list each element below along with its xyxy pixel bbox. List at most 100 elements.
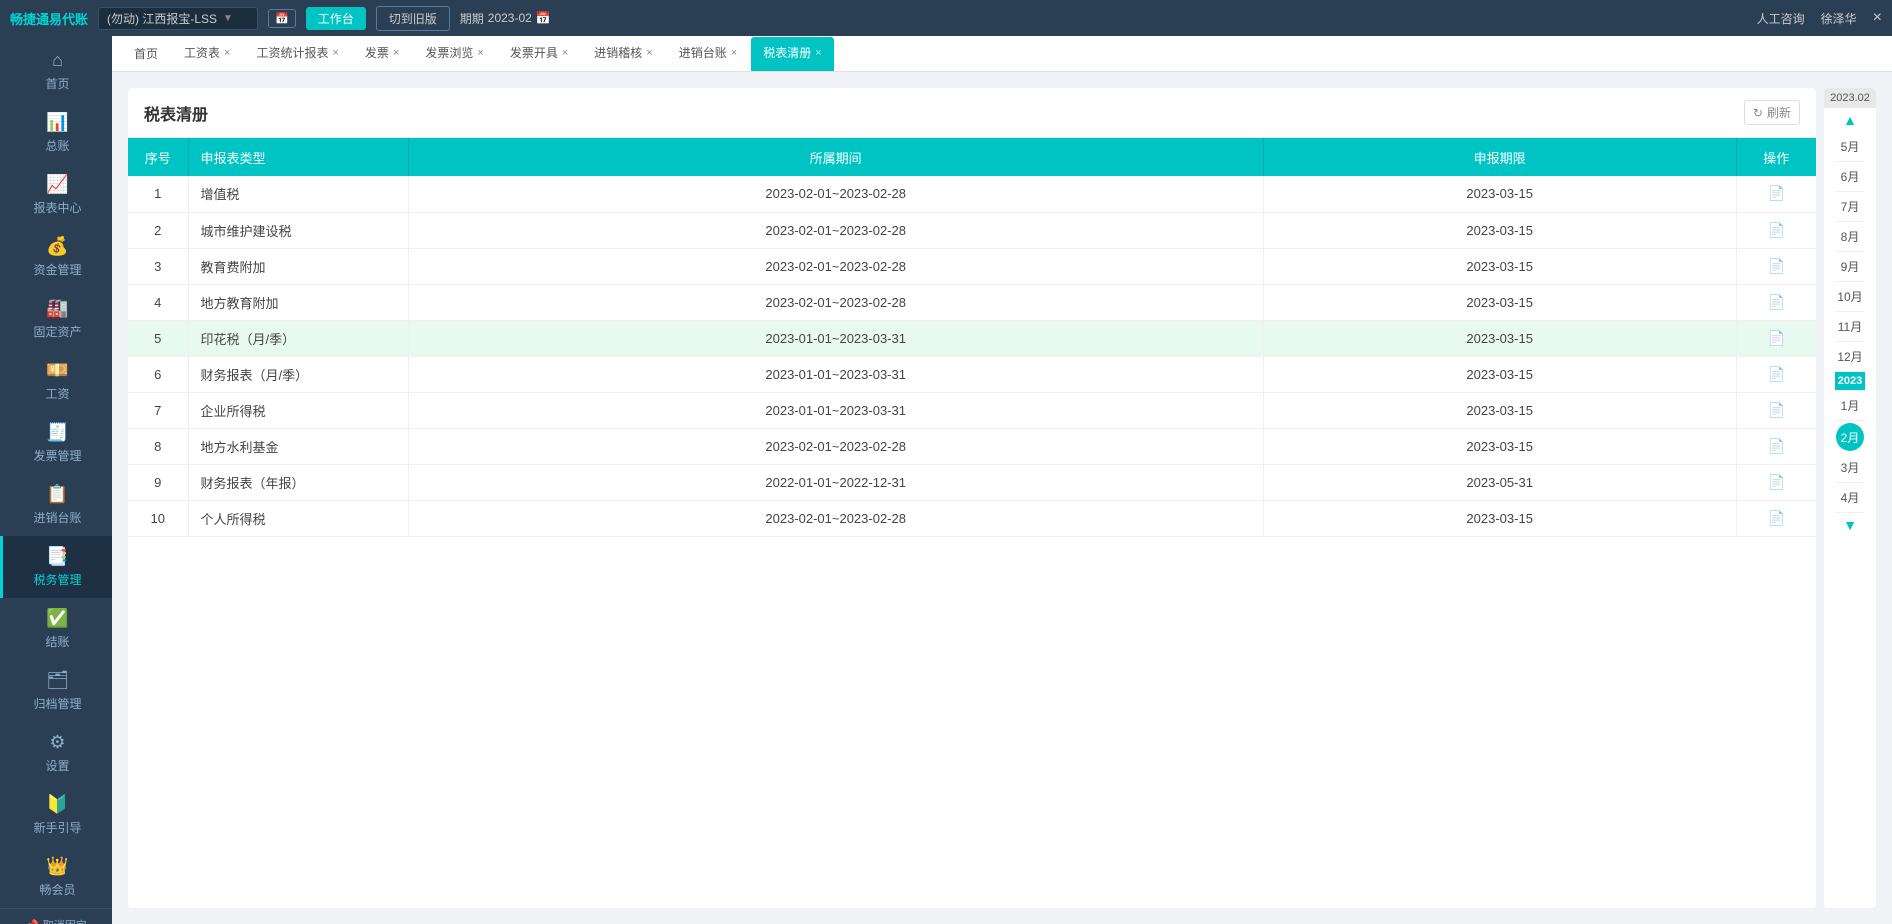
year-active-item[interactable]: 2023 [1835,372,1864,391]
month-item[interactable]: 10月 [1835,282,1864,312]
action-icon[interactable]: 📄 [1768,258,1785,274]
sidebar-label-member: 畅会员 [39,881,75,898]
tab-invoice[interactable]: 发票 × [353,37,411,71]
scroll-up-button[interactable]: ▲ [1824,108,1876,132]
month-item[interactable]: 6月 [1835,162,1864,192]
cell-type: 增值税 [188,176,408,212]
tab-close-invoice-open[interactable]: × [562,47,568,59]
month-item[interactable]: 1月 [1835,391,1864,421]
action-icon[interactable]: 📄 [1768,438,1785,454]
switch-old-button[interactable]: 切到旧版 [376,6,450,31]
refresh-button[interactable]: ↻ 刷新 [1744,100,1800,125]
sidebar-item-guide[interactable]: 🔰 新手引导 [0,784,112,846]
month-item[interactable]: 7月 [1835,192,1864,222]
tab-invoice-open[interactable]: 发票开具 × [498,37,580,71]
tab-invoice-check[interactable]: 发票浏览 × [413,37,495,71]
sidebar-label-tax: 税务管理 [33,571,81,588]
cell-action: 📄 [1736,356,1816,392]
tab-tax-list[interactable]: 税表清册 × [751,37,833,71]
sidebar-bottom[interactable]: 📌 取消固定 [0,908,112,924]
tab-close-salary-table[interactable]: × [224,47,230,59]
sidebar-item-archive[interactable]: 🗂 归档管理 [0,660,112,722]
sidebar-label-archive: 归档管理 [33,695,81,712]
action-icon[interactable]: 📄 [1768,330,1785,346]
sidebar-item-invoice[interactable]: 🧾 发票管理 [0,412,112,474]
tab-close-invoice[interactable]: × [393,47,399,59]
member-icon: 👑 [46,856,68,877]
tab-close-invoice-check[interactable]: × [477,47,483,59]
tab-purchase-check[interactable]: 进销稽核 × [582,37,664,71]
cell-period: 2023-01-01~2023-03-31 [408,392,1263,428]
sidebar-item-ledger[interactable]: 📊 总账 [0,102,112,164]
close-icon[interactable]: × [1873,9,1882,27]
table-row: 1 增值税 2023-02-01~2023-02-28 2023-03-15 📄 [128,176,1816,212]
human-consult[interactable]: 人工咨询 [1757,10,1805,27]
sidebar-item-member[interactable]: 👑 畅会员 [0,846,112,908]
action-icon[interactable]: 📄 [1768,402,1785,418]
month-item[interactable]: 3月 [1835,453,1864,483]
month-item[interactable]: 8月 [1835,222,1864,252]
workbench-button[interactable]: 工作台 [306,7,366,30]
sidebar-item-home[interactable]: ⌂ 首页 [0,40,112,102]
tab-close-purchase-ledger[interactable]: × [731,47,737,59]
cell-type: 地方教育附加 [188,284,408,320]
table-row: 7 企业所得税 2023-01-01~2023-03-31 2023-03-15… [128,392,1816,428]
action-icon[interactable]: 📄 [1768,222,1785,238]
action-icon[interactable]: 📄 [1768,294,1785,310]
month-item[interactable]: 4月 [1835,483,1864,513]
user-name[interactable]: 徐泽华 [1821,10,1857,27]
cell-no: 9 [128,464,188,500]
sidebar-item-purchase[interactable]: 📋 进销台账 [0,474,112,536]
tab-close-purchase-check[interactable]: × [646,47,652,59]
page-title-bar: 税表清册 ↻ 刷新 [128,88,1816,138]
data-table: 序号 申报表类型 所属期间 申报期限 操作 1 增值税 2023-02-01~2… [128,138,1816,537]
tab-close-salary-stats[interactable]: × [332,47,338,59]
sidebar-item-salary[interactable]: 💴 工资 [0,350,112,412]
sidebar-item-settings[interactable]: ⚙ 设置 [0,722,112,784]
bottom-label: 取消固定 [43,917,87,924]
cell-no: 10 [128,500,188,536]
tab-salary-stats[interactable]: 工资统计报表 × [244,37,350,71]
tab-home[interactable]: 首页 [122,39,170,68]
action-icon[interactable]: 📄 [1768,366,1785,382]
action-icon[interactable]: 📄 [1768,185,1785,201]
tab-purchase-ledger[interactable]: 进销台账 × [667,37,749,71]
sidebar-label-invoice: 发票管理 [33,447,81,464]
sidebar-item-report[interactable]: 📈 报表中心 [0,164,112,226]
sidebar-label-report: 报表中心 [33,199,81,216]
month-item[interactable]: 5月 [1835,132,1864,162]
pin-icon: 📌 [25,919,39,924]
header-right: 人工咨询 徐泽华 × [1757,9,1882,27]
cell-deadline: 2023-03-15 [1263,284,1736,320]
period-value: 2023-02 [488,11,532,25]
cell-no: 1 [128,176,188,212]
guide-icon: 🔰 [46,794,68,815]
month-item[interactable]: 9月 [1835,252,1864,282]
cell-deadline: 2023-03-15 [1263,356,1736,392]
page-content: 税表清册 ↻ 刷新 序号 申报表类型 所属期间 申报期限 [112,72,1892,924]
main-layout: ⌂ 首页 📊 总账 📈 报表中心 💰 资金管理 🏭 固定资产 💴 工资 🧾 发票… [0,36,1892,924]
action-icon[interactable]: 📄 [1768,474,1785,490]
page-title: 税表清册 [144,101,208,125]
sidebar-item-checkout[interactable]: ✅ 结账 [0,598,112,660]
cell-action: 📄 [1736,464,1816,500]
month-item[interactable]: 2月 [1836,423,1864,451]
tab-salary-table[interactable]: 工资表 × [172,37,242,71]
company-selector[interactable]: (勿动) 江西报宝-LSS ▼ [98,7,258,30]
sidebar-item-fixed-asset[interactable]: 🏭 固定资产 [0,288,112,350]
tab-close-tax-list[interactable]: × [815,47,821,59]
cell-action: 📄 [1736,284,1816,320]
action-icon[interactable]: 📄 [1768,510,1785,526]
cell-period: 2022-01-01~2022-12-31 [408,464,1263,500]
salary-icon: 💴 [46,360,68,381]
scroll-down-button[interactable]: ▼ [1824,513,1876,537]
cell-action: 📄 [1736,320,1816,356]
cell-action: 📄 [1736,212,1816,248]
month-item[interactable]: 11月 [1835,312,1864,342]
company-name: (勿动) 江西报宝-LSS [107,10,217,27]
cell-no: 7 [128,392,188,428]
sidebar-item-tax[interactable]: 📑 税务管理 [0,536,112,598]
table-row: 9 财务报表（年报） 2022-01-01~2022-12-31 2023-05… [128,464,1816,500]
sidebar-item-fund[interactable]: 💰 资金管理 [0,226,112,288]
month-item[interactable]: 12月 [1835,342,1864,372]
